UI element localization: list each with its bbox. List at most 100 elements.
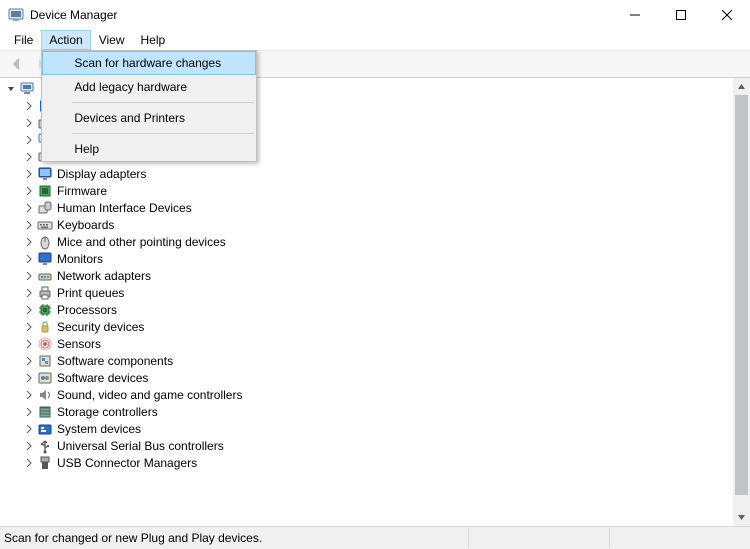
menu-action[interactable]: Action [41,30,90,50]
chevron-right-icon[interactable] [23,406,35,418]
chevron-right-icon[interactable] [23,287,35,299]
tree-item-label: Sensors [57,337,101,351]
chevron-right-icon[interactable] [23,423,35,435]
chevron-right-icon[interactable] [23,304,35,316]
menu-item-help[interactable]: Help [42,137,256,161]
back-button[interactable] [6,53,28,75]
tree-item[interactable]: Print queues [3,284,750,301]
chevron-right-icon[interactable] [23,185,35,197]
usbconn-icon [37,455,53,471]
mouse-icon [37,234,53,250]
close-button[interactable] [704,0,750,30]
tree-item[interactable]: System devices [3,420,750,437]
titlebar: Device Manager [0,0,750,30]
tree-item-label: Human Interface Devices [57,201,192,215]
menu-item-scan-hardware[interactable]: Scan for hardware changes [42,51,256,75]
printer-icon [37,285,53,301]
menubar: File Action View Help [0,30,750,50]
tree-item[interactable]: Monitors [3,250,750,267]
minimize-button[interactable] [612,0,658,30]
firmware-icon [37,183,53,199]
tree-item[interactable]: Display adapters [3,165,750,182]
network-icon [37,268,53,284]
window-title: Device Manager [30,8,117,22]
tree-item[interactable]: Software components [3,352,750,369]
tree-item[interactable]: Storage controllers [3,403,750,420]
tree-item[interactable]: Human Interface Devices [3,199,750,216]
chevron-right-icon[interactable] [23,100,35,112]
chevron-right-icon[interactable] [23,372,35,384]
tree-item[interactable]: Universal Serial Bus controllers [3,437,750,454]
tree-item[interactable]: USB Connector Managers [3,454,750,471]
chevron-right-icon[interactable] [23,219,35,231]
tree-item[interactable]: Network adapters [3,267,750,284]
menu-view[interactable]: View [91,30,133,50]
tree-item-label: Processors [57,303,117,317]
chevron-right-icon[interactable] [23,202,35,214]
display-icon [37,166,53,182]
tree-item-label: Display adapters [57,167,146,181]
action-dropdown: Scan for hardware changes Add legacy har… [41,50,257,162]
chevron-right-icon[interactable] [23,236,35,248]
sensor-icon [37,336,53,352]
cpu-icon [37,302,53,318]
tree-item-label: Software components [57,354,173,368]
tree-item[interactable]: Keyboards [3,216,750,233]
computer-icon [19,81,35,97]
usb-icon [37,438,53,454]
device-manager-window: Device Manager File Action View Help [0,0,750,549]
menu-separator [72,133,254,134]
tree-item[interactable]: Software devices [3,369,750,386]
menu-file[interactable]: File [6,30,41,50]
chevron-right-icon[interactable] [23,134,35,146]
chevron-right-icon[interactable] [23,253,35,265]
tree-item-label: Network adapters [57,269,151,283]
menu-item-devices-printers[interactable]: Devices and Printers [42,106,256,130]
tree-item-label: Storage controllers [57,405,158,419]
chevron-right-icon[interactable] [23,389,35,401]
tree-item[interactable]: Sound, video and game controllers [3,386,750,403]
statusbar-text: Scan for changed or new Plug and Play de… [4,531,262,545]
tree-item-label: System devices [57,422,141,436]
swdev-icon [37,370,53,386]
keyboard-icon [37,217,53,233]
chevron-right-icon[interactable] [23,321,35,333]
menu-separator [72,102,254,103]
tree-item-label: Firmware [57,184,107,198]
swcomp-icon [37,353,53,369]
tree-item[interactable]: Sensors [3,335,750,352]
menu-item-add-legacy[interactable]: Add legacy hardware [42,75,256,99]
monitor-icon [37,251,53,267]
tree-item[interactable]: Processors [3,301,750,318]
maximize-button[interactable] [658,0,704,30]
chevron-right-icon[interactable] [23,457,35,469]
chevron-right-icon[interactable] [23,151,35,163]
system-icon [37,421,53,437]
tree-item-label: Monitors [57,252,103,266]
chevron-right-icon[interactable] [23,338,35,350]
tree-item-label: Sound, video and game controllers [57,388,242,402]
hid-icon [37,200,53,216]
sound-icon [37,387,53,403]
chevron-down-icon[interactable] [5,83,17,95]
security-icon [37,319,53,335]
tree-item[interactable]: Firmware [3,182,750,199]
scroll-thumb[interactable] [735,95,748,495]
tree-item-label: Universal Serial Bus controllers [57,439,224,453]
tree-item[interactable]: Mice and other pointing devices [3,233,750,250]
storage-icon [37,404,53,420]
chevron-right-icon[interactable] [23,355,35,367]
chevron-right-icon[interactable] [23,440,35,452]
chevron-right-icon[interactable] [23,168,35,180]
chevron-right-icon[interactable] [23,270,35,282]
app-icon [8,7,24,23]
chevron-right-icon[interactable] [23,117,35,129]
tree-item[interactable]: Security devices [3,318,750,335]
menu-help[interactable]: Help [133,30,174,50]
tree-item-label: Security devices [57,320,144,334]
scroll-up-arrow[interactable] [733,78,750,95]
vertical-scrollbar[interactable] [733,78,750,526]
statusbar: Scan for changed or new Plug and Play de… [0,526,750,549]
tree-item-label: Mice and other pointing devices [57,235,226,249]
scroll-down-arrow[interactable] [733,509,750,526]
